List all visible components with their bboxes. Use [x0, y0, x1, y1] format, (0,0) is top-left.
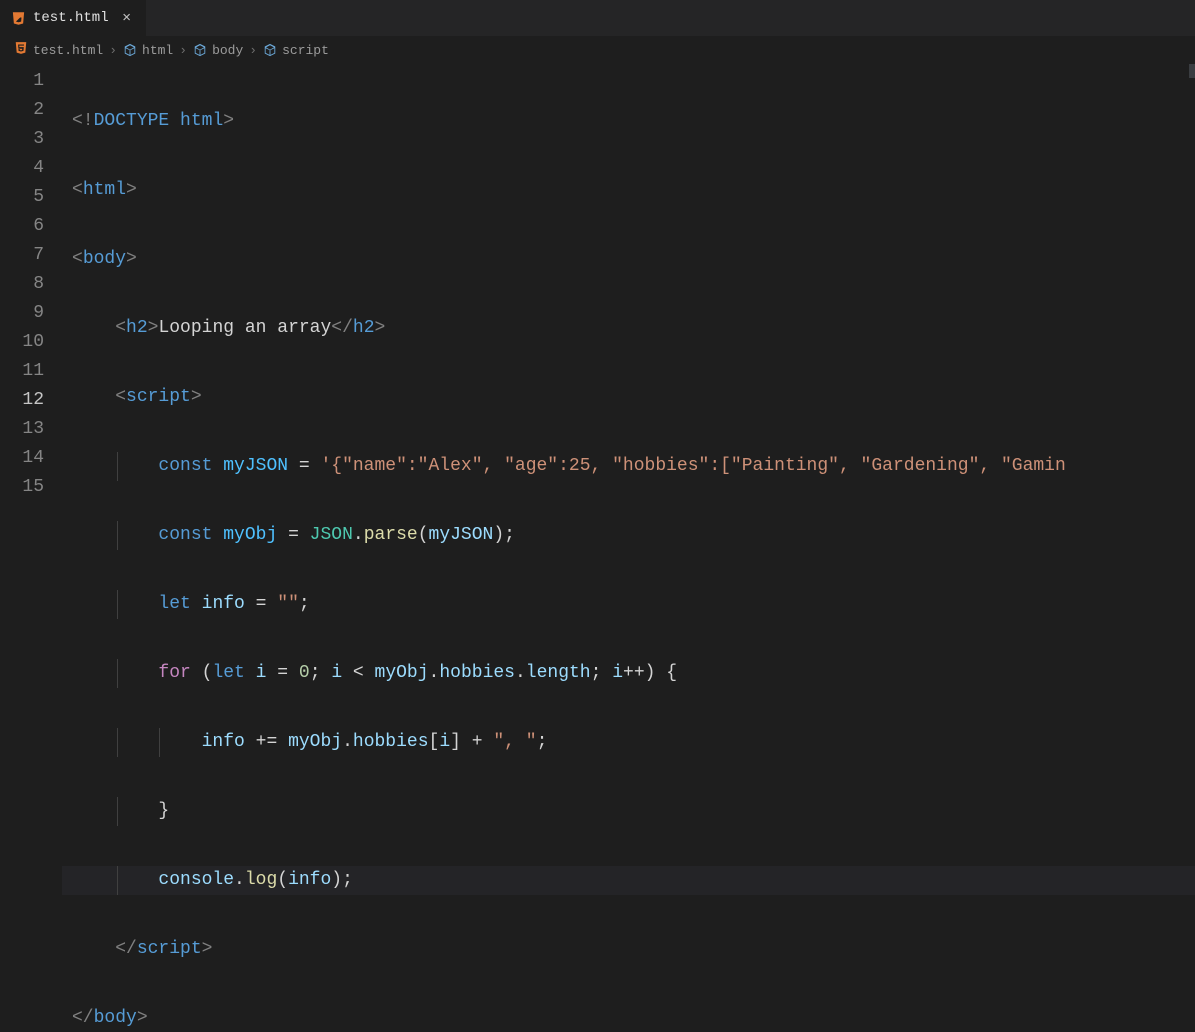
- line-number: 6: [0, 212, 44, 241]
- code-line: info += myObj.hobbies[i] + ", ";: [62, 728, 1195, 757]
- line-number: 7: [0, 241, 44, 270]
- code-line: for (let i = 0; i < myObj.hobbies.length…: [62, 659, 1195, 688]
- code-line: <!DOCTYPE html>: [62, 107, 1195, 136]
- breadcrumb-label: test.html: [33, 43, 103, 58]
- line-number: 14: [0, 444, 44, 473]
- line-number: 11: [0, 357, 44, 386]
- cube-icon: [263, 43, 277, 57]
- html-file-icon: [10, 10, 26, 26]
- line-number: 2: [0, 96, 44, 125]
- breadcrumb-label: body: [212, 43, 243, 58]
- breadcrumb-item[interactable]: body: [193, 43, 243, 58]
- line-number: 4: [0, 154, 44, 183]
- line-number: 8: [0, 270, 44, 299]
- code-line: <script>: [62, 383, 1195, 412]
- breadcrumb-item[interactable]: html: [123, 43, 173, 58]
- code-line: <h2>Looping an array</h2>: [62, 314, 1195, 343]
- minimap-slider[interactable]: [1189, 64, 1195, 78]
- tab-bar: test.html ×: [0, 0, 1195, 36]
- line-number: 10: [0, 328, 44, 357]
- breadcrumb-label: html: [142, 43, 173, 58]
- chevron-right-icon: ›: [249, 43, 257, 58]
- code-line: const myJSON = '{"name":"Alex", "age":25…: [62, 452, 1195, 481]
- line-number: 13: [0, 415, 44, 444]
- code-line: <body>: [62, 245, 1195, 274]
- breadcrumb: test.html › html › body › script: [0, 36, 1195, 64]
- code-line: </script>: [62, 935, 1195, 964]
- line-number-gutter: 123456789101112131415: [0, 64, 62, 516]
- line-number: 9: [0, 299, 44, 328]
- chevron-right-icon: ›: [109, 43, 117, 58]
- code-line: const myObj = JSON.parse(myJSON);: [62, 521, 1195, 550]
- line-number: 5: [0, 183, 44, 212]
- tab-label: test.html: [33, 10, 109, 26]
- chevron-right-icon: ›: [179, 43, 187, 58]
- breadcrumb-item[interactable]: script: [263, 43, 329, 58]
- line-number: 1: [0, 67, 44, 96]
- close-icon[interactable]: ×: [118, 9, 136, 27]
- code-line: let info = "";: [62, 590, 1195, 619]
- breadcrumb-item[interactable]: test.html: [14, 41, 103, 59]
- line-number: 12: [0, 386, 44, 415]
- cube-icon: [193, 43, 207, 57]
- html-file-icon: [14, 41, 28, 59]
- code-line: <html>: [62, 176, 1195, 205]
- code-editor[interactable]: 123456789101112131415 <!DOCTYPE html> <h…: [0, 64, 1195, 516]
- cube-icon: [123, 43, 137, 57]
- breadcrumb-label: script: [282, 43, 329, 58]
- tab-test-html[interactable]: test.html ×: [0, 0, 147, 36]
- code-area[interactable]: <!DOCTYPE html> <html> <body> <h2>Loopin…: [62, 64, 1195, 516]
- code-line: </body>: [62, 1004, 1195, 1032]
- line-number: 3: [0, 125, 44, 154]
- code-line: }: [62, 797, 1195, 826]
- code-line: console.log(info);: [62, 866, 1195, 895]
- line-number: 15: [0, 473, 44, 502]
